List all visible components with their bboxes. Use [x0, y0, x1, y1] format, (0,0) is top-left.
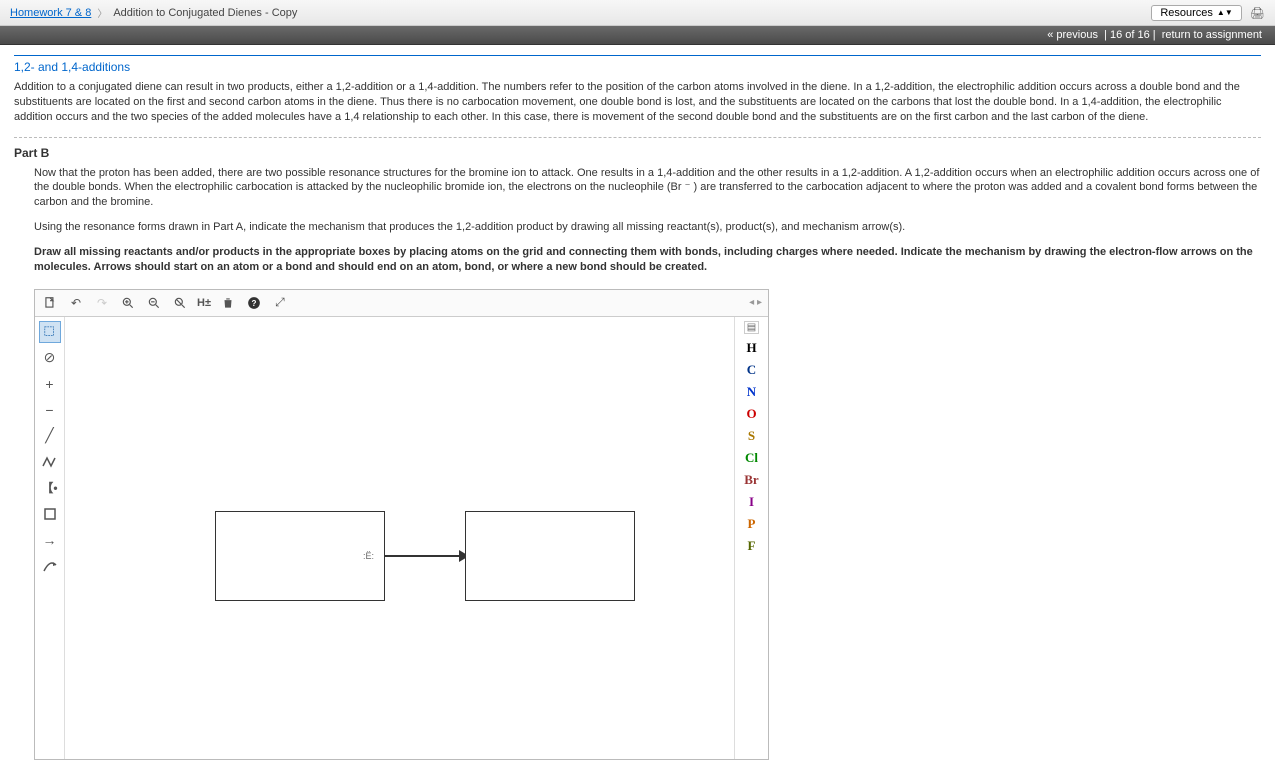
section-title: 1,2- and 1,4-additions	[14, 60, 1261, 74]
part-b-instructions: Draw all missing reactants and/or produc…	[34, 245, 1261, 275]
sub-nav-bar: « previous | 16 of 16 | return to assign…	[0, 26, 1275, 45]
help-icon[interactable]: ?	[245, 294, 263, 312]
dashed-divider	[14, 137, 1261, 138]
reactant-box[interactable]	[215, 511, 385, 601]
box-tool[interactable]	[39, 503, 61, 525]
product-box[interactable]	[465, 511, 635, 601]
curved-arrow-tool[interactable]	[39, 555, 61, 577]
single-bond-tool[interactable]: ╱	[39, 425, 61, 447]
part-b-p1: Now that the proton has been added, ther…	[34, 166, 1261, 211]
chain-tool[interactable]	[39, 451, 61, 473]
reaction-arrow-line	[385, 555, 465, 557]
element-br[interactable]: Br	[740, 472, 764, 488]
svg-text:?: ?	[251, 299, 256, 308]
drawing-canvas[interactable]: :Ë:	[65, 317, 734, 759]
element-p[interactable]: P	[740, 516, 764, 532]
zoom-in-icon[interactable]	[119, 294, 137, 312]
element-cl[interactable]: Cl	[740, 450, 764, 466]
part-b-p2: Using the resonance forms drawn in Part …	[34, 220, 1261, 235]
element-toggle-icon[interactable]: ▤	[744, 321, 759, 334]
content-area: 1,2- and 1,4-additions Addition to a con…	[0, 45, 1275, 770]
resources-button[interactable]: Resources ▲▼	[1151, 5, 1241, 21]
zoom-out-icon[interactable]	[145, 294, 163, 312]
eraser-tool[interactable]: ⊘	[39, 347, 61, 369]
zoom-fit-icon[interactable]	[171, 294, 189, 312]
page-count: 16 of 16	[1110, 29, 1150, 41]
print-icon[interactable]: 🖨	[1250, 6, 1265, 20]
top-bar: Homework 7 & 8 〉 Addition to Conjugated …	[0, 0, 1275, 26]
element-i[interactable]: I	[740, 494, 764, 510]
structure-editor: ↶ ↷ H± ? ⤢ ◂ ▸	[34, 289, 769, 760]
breadcrumb-link[interactable]: Homework 7 & 8	[10, 7, 91, 19]
element-h[interactable]: H	[740, 340, 764, 356]
nav-separator: |	[1153, 29, 1159, 41]
left-tool-palette: ⊘ + − ╱ 【• →	[35, 317, 65, 759]
new-doc-icon[interactable]	[41, 294, 59, 312]
element-s[interactable]: S	[740, 428, 764, 444]
trash-icon[interactable]	[219, 294, 237, 312]
editor-toolbar: ↶ ↷ H± ? ⤢ ◂ ▸	[35, 290, 768, 317]
element-o[interactable]: O	[740, 406, 764, 422]
intro-text: Addition to a conjugated diene can resul…	[14, 80, 1261, 125]
element-c[interactable]: C	[740, 362, 764, 378]
dropdown-icon: ▲▼	[1217, 8, 1233, 17]
lone-pair-tool[interactable]: 【•	[39, 477, 61, 499]
element-palette: ▤ H C N O S Cl Br I P F	[734, 317, 768, 759]
element-f[interactable]: F	[740, 538, 764, 554]
undo-icon[interactable]: ↶	[67, 294, 85, 312]
breadcrumb-title: Addition to Conjugated Dienes - Copy	[113, 7, 297, 19]
divider	[14, 55, 1261, 56]
fullscreen-icon[interactable]: ⤢	[271, 294, 289, 312]
reagent-glyph: :Ë:	[363, 551, 374, 561]
nav-arrows-icon[interactable]: ◂ ▸	[749, 297, 762, 308]
editor-body: ⊘ + − ╱ 【• → :Ë:	[35, 317, 768, 759]
return-link[interactable]: return to assignment	[1162, 29, 1262, 41]
reaction-arrow-tool[interactable]: →	[39, 529, 61, 551]
redo-icon[interactable]: ↷	[93, 294, 111, 312]
minus-charge-tool[interactable]: −	[39, 399, 61, 421]
previous-link[interactable]: « previous	[1047, 29, 1098, 41]
plus-charge-tool[interactable]: +	[39, 373, 61, 395]
select-tool[interactable]	[39, 321, 61, 343]
element-n[interactable]: N	[740, 384, 764, 400]
h-toggle-button[interactable]: H±	[197, 294, 211, 312]
breadcrumb-arrow-icon: 〉	[97, 5, 107, 20]
resources-label: Resources	[1160, 7, 1213, 19]
part-b-title: Part B	[14, 146, 1261, 160]
